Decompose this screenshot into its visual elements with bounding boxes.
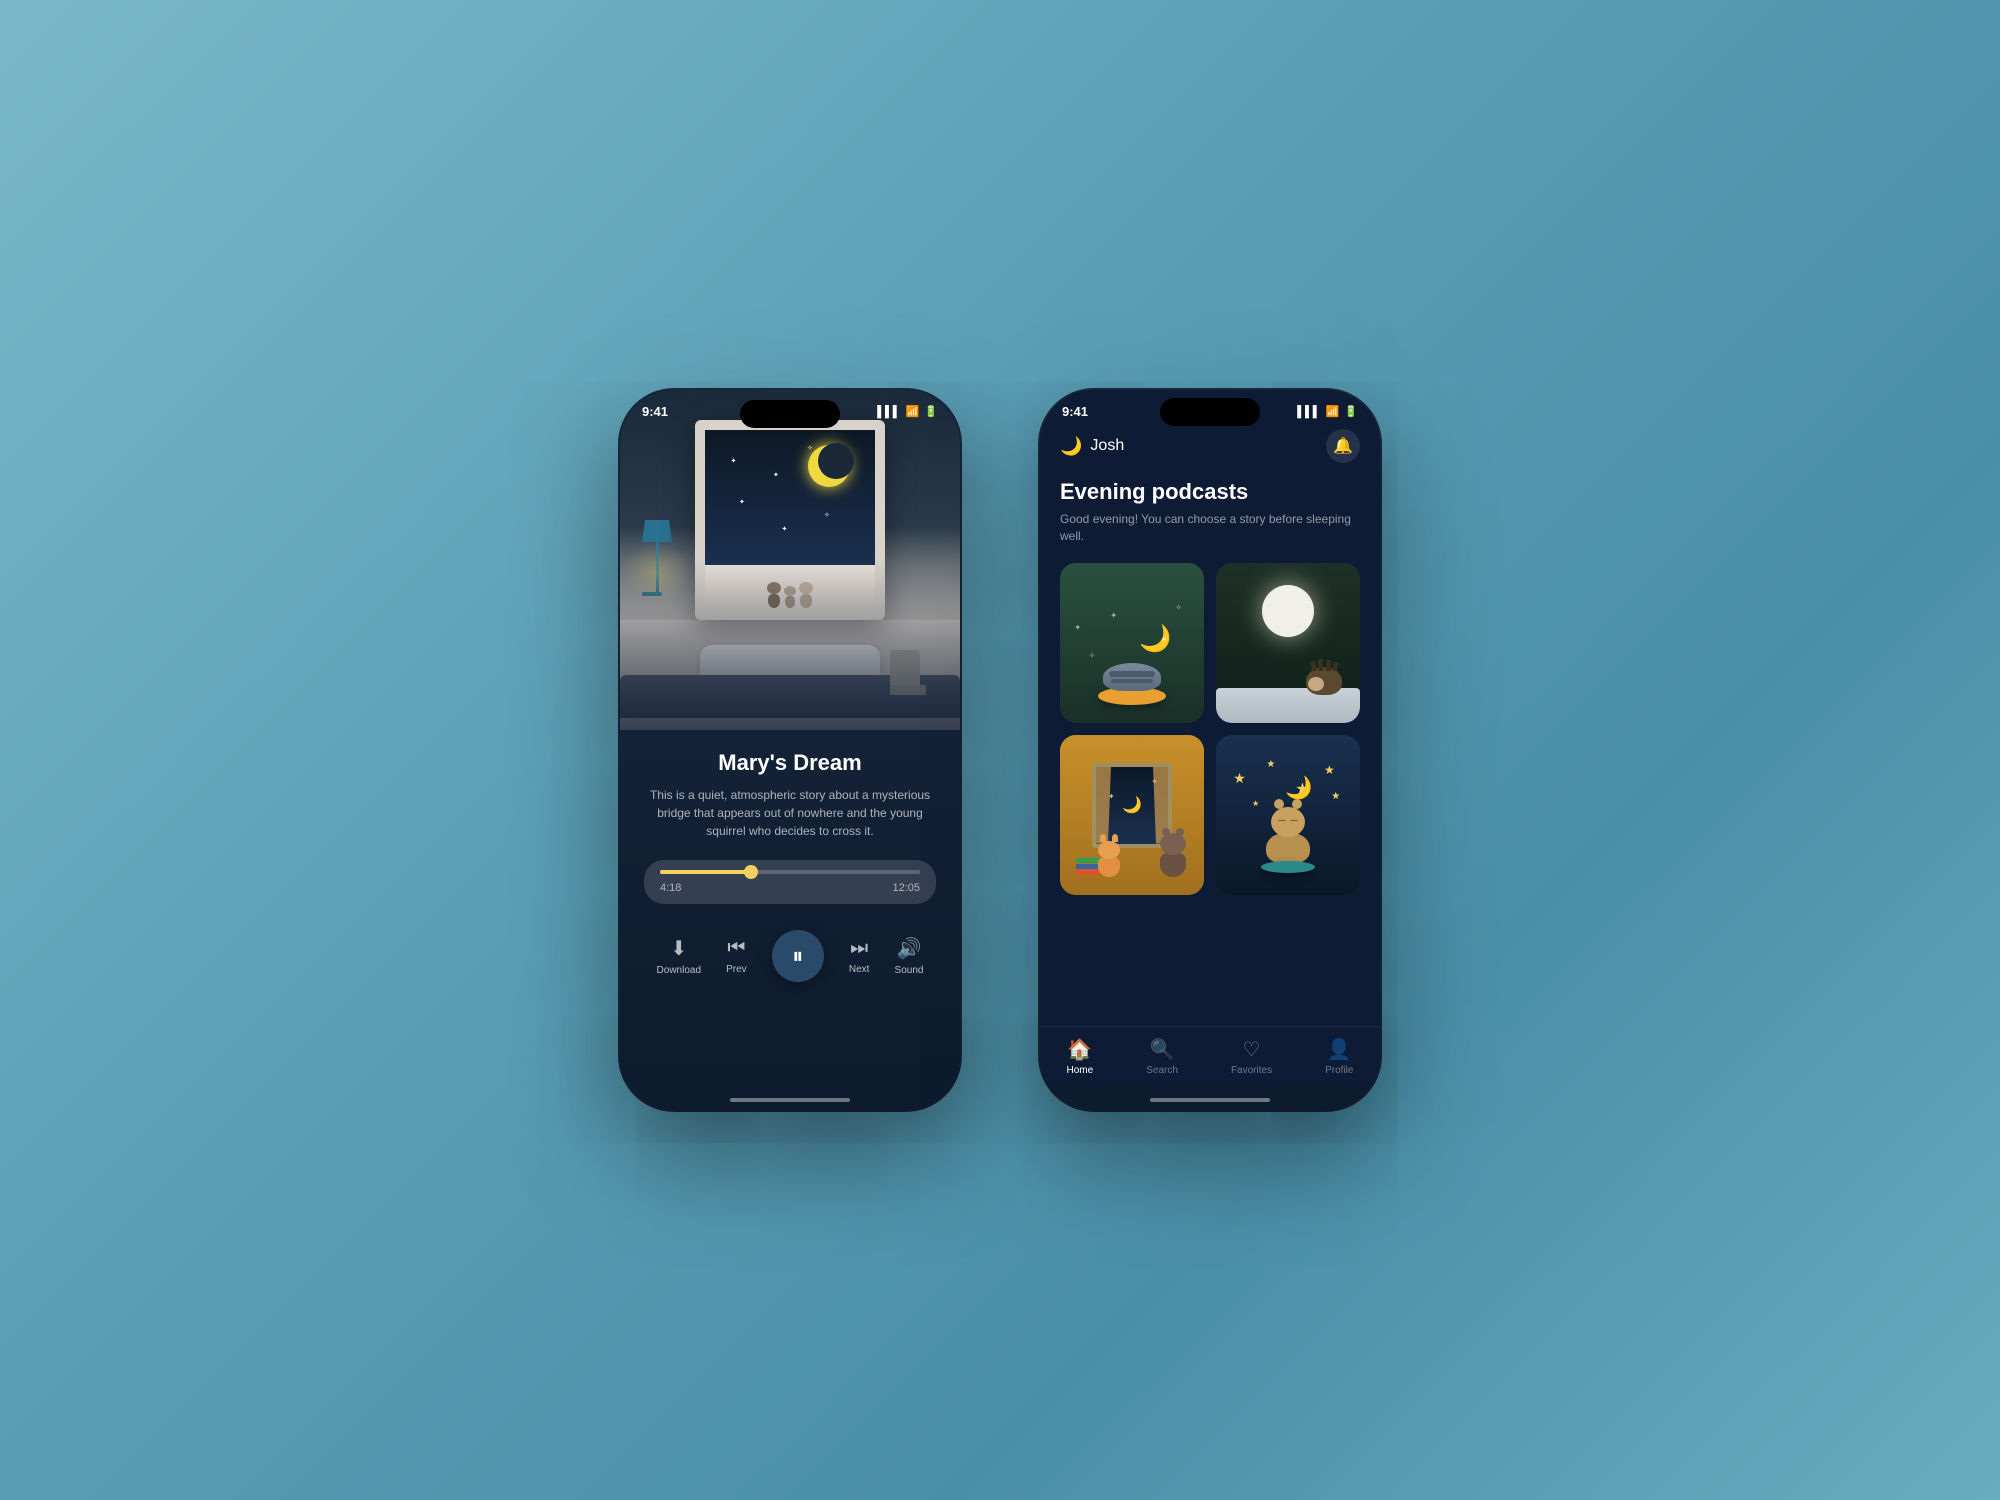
sound-button[interactable]: 🔊 Sound: [895, 936, 924, 976]
section-subtitle: Good evening! You can choose a story bef…: [1060, 511, 1360, 545]
prev-label: Prev: [726, 964, 747, 975]
battery-icon: 🔋: [924, 405, 938, 418]
play-pause-button[interactable]: ⏸: [772, 930, 824, 982]
favorites-icon: ♡: [1243, 1037, 1261, 1062]
signal-icon: ▌▌▌: [877, 406, 900, 418]
nav-profile[interactable]: 👤 Profile: [1325, 1037, 1353, 1076]
prev-button[interactable]: ⏮ Prev: [726, 937, 747, 975]
category-card-dreams[interactable]: 🌙 Dreams ★ ★ ★ ★ ★ ★: [1216, 735, 1360, 895]
status-bar-left: 9:41 ▌▌▌ 📶 🔋: [620, 390, 960, 425]
player-info: Mary's Dream This is a quiet, atmospheri…: [620, 730, 960, 1082]
profile-label: Profile: [1325, 1065, 1353, 1076]
status-bar-right: 9:41 ▌▌▌ 📶 🔋: [1040, 390, 1380, 425]
home-bar-left: [730, 1098, 850, 1102]
progress-times: 4:18 12:05: [660, 882, 920, 894]
podcast-phone: 9:41 ▌▌▌ 📶 🔋 🌙 Josh 🔔: [1040, 390, 1380, 1110]
progress-thumb[interactable]: [744, 865, 758, 879]
search-label: Search: [1146, 1065, 1178, 1076]
bottom-nav: 🏠 Home 🔍 Search ♡ Favorites 👤 Profile: [1040, 1026, 1380, 1082]
status-icons-left: ▌▌▌ 📶 🔋: [877, 405, 938, 418]
download-button[interactable]: ⬇ Download: [657, 936, 701, 976]
prev-icon: ⏮: [727, 937, 745, 960]
wifi-icon-r: 📶: [1326, 405, 1340, 418]
nav-favorites[interactable]: ♡ Favorites: [1231, 1037, 1272, 1076]
player-title: Mary's Dream: [644, 750, 936, 776]
play-pause-icon: ⏸: [792, 943, 803, 969]
progress-current: 4:18: [660, 882, 681, 894]
signal-icon-r: ▌▌▌: [1297, 406, 1320, 418]
sound-icon: 🔊: [897, 936, 922, 961]
search-icon: 🔍: [1150, 1037, 1175, 1062]
phones-container: 9:41 ▌▌▌ 📶 🔋: [620, 390, 1380, 1110]
category-card-night-story[interactable]: 🌙 Night story 🌙 ✦ ✧ ✦ ✦ ✧: [1060, 563, 1204, 723]
nav-home[interactable]: 🏠 Home: [1067, 1037, 1094, 1076]
home-indicator-left: [620, 1082, 960, 1110]
progress-container[interactable]: 4:18 12:05: [644, 860, 936, 904]
progress-total: 12:05: [892, 882, 920, 894]
download-label: Download: [657, 965, 701, 976]
moon-greeting-icon: 🌙: [1060, 436, 1082, 457]
category-grid: 🌙 Night story 🌙 ✦ ✧ ✦ ✦ ✧: [1060, 563, 1360, 895]
category-card-fairytale[interactable]: 🌅 Fairytale: [1216, 563, 1360, 723]
nav-search[interactable]: 🔍 Search: [1146, 1037, 1178, 1076]
status-time-right: 9:41: [1062, 404, 1088, 419]
next-label: Next: [849, 964, 870, 975]
progress-fill: [660, 870, 751, 874]
sound-label: Sound: [895, 965, 924, 976]
status-icons-right: ▌▌▌ 📶 🔋: [1297, 405, 1358, 418]
favorites-label: Favorites: [1231, 1065, 1272, 1076]
next-icon: ⏭: [850, 937, 868, 960]
wifi-icon: 📶: [906, 405, 920, 418]
battery-icon-r: 🔋: [1344, 405, 1358, 418]
home-bar-right: [1150, 1098, 1270, 1102]
scene-overlay: [620, 390, 960, 730]
user-name: Josh: [1090, 437, 1124, 455]
dynamic-island-left: [740, 400, 840, 428]
download-icon: ⬇: [670, 936, 687, 961]
user-greeting: 🌙 Josh: [1060, 436, 1124, 457]
dynamic-island-right: [1160, 398, 1260, 426]
status-time-left: 9:41: [642, 404, 668, 419]
next-button[interactable]: ⏭ Next: [849, 937, 870, 975]
profile-icon: 👤: [1327, 1037, 1352, 1062]
user-header: 🌙 Josh 🔔: [1060, 425, 1360, 463]
player-hero-scene: ✦ ✦ ✧ ✦ ✧ ✦: [620, 390, 960, 730]
progress-track[interactable]: [660, 870, 920, 874]
bell-icon-symbol: 🔔: [1333, 436, 1353, 456]
home-icon: 🏠: [1067, 1037, 1092, 1062]
home-indicator-right: [1040, 1082, 1380, 1110]
player-phone: 9:41 ▌▌▌ 📶 🔋: [620, 390, 960, 1110]
playback-controls: ⬇ Download ⏮ Prev ⏸ ⏭ Next �: [644, 920, 936, 992]
category-card-friends[interactable]: 🐾 Friends 🌙 ✦ ✦: [1060, 735, 1204, 895]
home-label: Home: [1067, 1065, 1094, 1076]
podcast-content: 🌙 Josh 🔔 Evening podcasts Good evening! …: [1040, 425, 1380, 1026]
player-description: This is a quiet, atmospheric story about…: [644, 786, 936, 840]
notification-button[interactable]: 🔔: [1326, 429, 1360, 463]
section-title: Evening podcasts: [1060, 479, 1360, 505]
